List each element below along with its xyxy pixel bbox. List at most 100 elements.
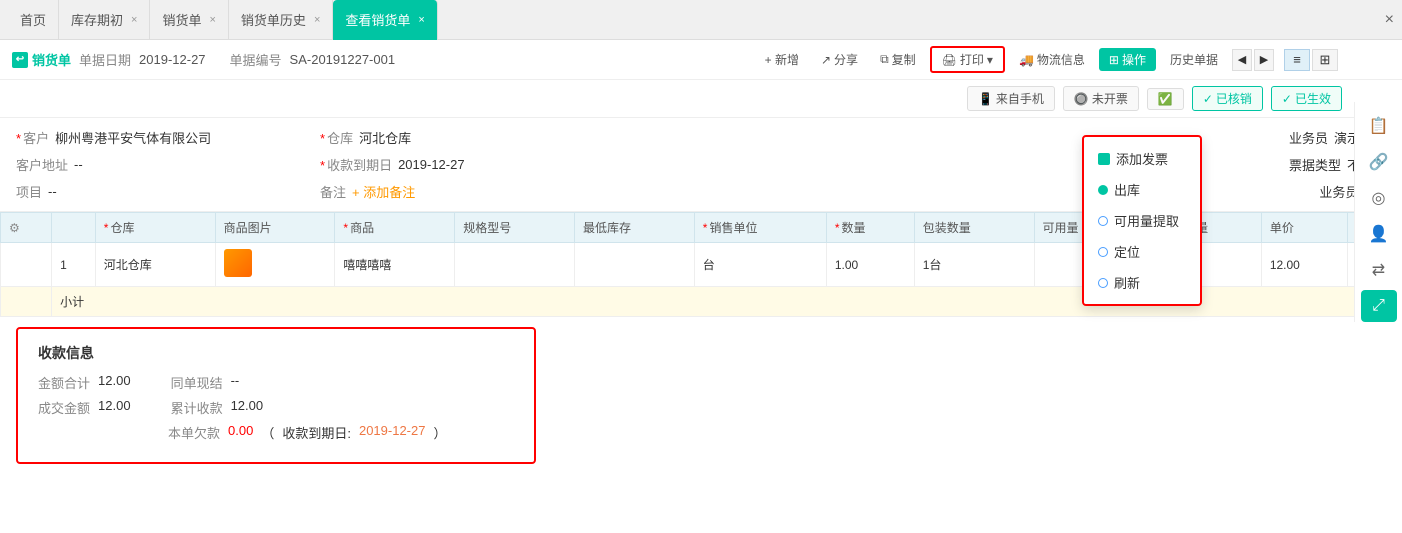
tab-sales[interactable]: 销货单 × bbox=[150, 0, 228, 40]
tab-sales-history-close[interactable]: × bbox=[314, 14, 320, 26]
grid-view-btn[interactable]: ⊞ bbox=[1312, 49, 1338, 71]
same-order-label: 同单现结 bbox=[171, 373, 223, 392]
check-btn[interactable]: ✅ bbox=[1147, 88, 1184, 110]
tab-sales-history[interactable]: 销货单历史 × bbox=[229, 0, 333, 40]
tab-sales-label: 销货单 bbox=[162, 10, 201, 29]
col-num bbox=[52, 213, 96, 243]
order-arrears-value: 0.00 bbox=[228, 423, 253, 442]
number-value: SA-20191227-001 bbox=[290, 52, 396, 67]
new-button[interactable]: + 新增 bbox=[757, 47, 807, 72]
notes-label: 备注 bbox=[320, 182, 346, 201]
expand-icon: ⤢ bbox=[1372, 297, 1385, 315]
transaction-amount-label: 成交金额 bbox=[38, 398, 90, 417]
refresh-item[interactable]: 刷新 bbox=[1084, 267, 1200, 298]
refresh-icon bbox=[1098, 278, 1108, 288]
tab-check-sales-label: 查看销货单 bbox=[345, 10, 410, 29]
outbound-label: 出库 bbox=[1114, 180, 1140, 199]
panel-icon-1[interactable]: 📋 bbox=[1361, 110, 1397, 142]
outbound-icon bbox=[1098, 185, 1108, 195]
amount-total-value: 12.00 bbox=[98, 373, 131, 392]
date-value: 2019-12-27 bbox=[139, 52, 206, 67]
col-spec: 规格型号 bbox=[455, 213, 575, 243]
ticket-icon: 🔘 bbox=[1074, 92, 1089, 106]
address-value: -- bbox=[74, 157, 83, 172]
panel-link-icon: 🔗 bbox=[1369, 152, 1389, 172]
from-phone-label: 来自手机 bbox=[996, 90, 1044, 107]
available-extract-icon bbox=[1098, 216, 1108, 226]
refresh-label: 刷新 bbox=[1114, 273, 1140, 292]
tab-check-sales-close[interactable]: × bbox=[418, 14, 424, 26]
customer-field: 客户 柳州粤港平安气体有限公司 bbox=[16, 128, 296, 147]
window-close-button[interactable]: × bbox=[1385, 11, 1394, 29]
row-settings bbox=[1, 243, 52, 287]
logistics-button[interactable]: 🚚 物流信息 bbox=[1011, 47, 1093, 72]
not-opened-label: 未开票 bbox=[1092, 90, 1128, 107]
row-unit-price: 12.00 bbox=[1261, 243, 1348, 287]
row-spec bbox=[455, 243, 575, 287]
effective-btn[interactable]: ✓ 已生效 bbox=[1271, 86, 1342, 111]
history-button[interactable]: 历史单据 bbox=[1162, 47, 1226, 72]
next-arrow[interactable]: ▶ bbox=[1254, 49, 1274, 71]
tab-inventory[interactable]: 库存期初 × bbox=[59, 0, 150, 40]
settings-icon[interactable]: ⚙ bbox=[9, 221, 20, 235]
add-invoice-item[interactable]: 添加发票 bbox=[1084, 143, 1200, 174]
number-label: 单据编号 bbox=[230, 50, 282, 69]
tab-sales-close[interactable]: × bbox=[209, 14, 215, 26]
doc-type-icon: ↩ bbox=[12, 52, 28, 68]
effective-check-icon: ✓ bbox=[1282, 92, 1292, 106]
panel-icon-5[interactable]: ⇄ bbox=[1361, 254, 1397, 286]
doc-type-badge: ↩ 销货单 bbox=[12, 50, 71, 69]
tab-inventory-label: 库存期初 bbox=[71, 10, 123, 29]
order-arrears-label: 本单欠款 bbox=[168, 423, 220, 442]
transaction-amount-value: 12.00 bbox=[98, 398, 131, 417]
row-quantity: 1.00 bbox=[826, 243, 914, 287]
locate-item[interactable]: 定位 bbox=[1084, 236, 1200, 267]
panel-icon-3[interactable]: ◎ bbox=[1361, 182, 1397, 214]
truck-icon: 🚚 bbox=[1019, 53, 1034, 67]
tab-home-label: 首页 bbox=[20, 10, 46, 29]
share-icon: ↗ bbox=[821, 53, 831, 67]
tab-sales-history-label: 销货单历史 bbox=[241, 10, 306, 29]
share-button[interactable]: ↗ 分享 bbox=[813, 47, 866, 72]
notes-field: 备注 + 添加备注 bbox=[320, 182, 600, 201]
ticket-label: 票据类型 bbox=[1289, 155, 1341, 174]
phone-icon: 📱 bbox=[978, 92, 993, 106]
add-invoice-icon bbox=[1098, 153, 1110, 165]
operations-button[interactable]: ⊞ 操作 bbox=[1099, 48, 1156, 71]
warehouse-value: 河北仓库 bbox=[359, 128, 411, 147]
available-extract-item[interactable]: 可用量提取 bbox=[1084, 205, 1200, 236]
view-toggle: ≡ ⊞ bbox=[1284, 49, 1338, 71]
right-panel: 📋 🔗 ◎ 👤 ⇄ ⤢ bbox=[1354, 102, 1402, 322]
payment-row-2: 成交金额 12.00 累计收款 12.00 bbox=[38, 398, 514, 417]
tab-home[interactable]: 首页 bbox=[8, 0, 59, 40]
prev-arrow[interactable]: ◀ bbox=[1232, 49, 1252, 71]
add-invoice-label: 添加发票 bbox=[1116, 149, 1168, 168]
outbound-item[interactable]: 出库 bbox=[1084, 174, 1200, 205]
add-notes-label: + 添加备注 bbox=[352, 182, 415, 201]
effective-label: 已生效 bbox=[1295, 90, 1331, 107]
panel-icon-2[interactable]: 🔗 bbox=[1361, 146, 1397, 178]
not-opened-btn[interactable]: 🔘 未开票 bbox=[1063, 86, 1139, 111]
panel-expand-icon[interactable]: ⤢ bbox=[1361, 290, 1397, 322]
operations-dropdown: 添加发票 出库 可用量提取 定位 刷新 bbox=[1082, 135, 1202, 306]
col-unit-price: 单价 bbox=[1261, 213, 1348, 243]
print-dropdown-arrow: ▾ bbox=[987, 53, 993, 67]
print-button[interactable]: 🖨 打印 ▾ bbox=[930, 46, 1005, 73]
add-notes-button[interactable]: + 添加备注 bbox=[352, 182, 415, 201]
payment-row-3: 本单欠款 0.00 （ 收款到期日: 2019-12-27 ） bbox=[38, 423, 514, 442]
panel-exchange-icon: ⇄ bbox=[1372, 260, 1385, 280]
payment-title: 收款信息 bbox=[38, 343, 514, 363]
col-warehouse: 仓库 bbox=[95, 213, 215, 243]
copy-button[interactable]: ⧉ 复制 bbox=[872, 47, 924, 72]
tab-inventory-close[interactable]: × bbox=[131, 14, 137, 26]
customer-label: 客户 bbox=[16, 128, 49, 147]
panel-icon-4[interactable]: 👤 bbox=[1361, 218, 1397, 250]
panel-user-icon: 👤 bbox=[1369, 224, 1389, 244]
printer-icon: 🖨 bbox=[942, 53, 957, 67]
list-view-btn[interactable]: ≡ bbox=[1284, 49, 1310, 71]
tab-check-sales[interactable]: 查看销货单 × bbox=[333, 0, 437, 40]
voided-btn[interactable]: ✓ 已核销 bbox=[1192, 86, 1263, 111]
from-phone-btn[interactable]: 📱 来自手机 bbox=[967, 86, 1055, 111]
tab-bar: 首页 库存期初 × 销货单 × 销货单历史 × 查看销货单 × × bbox=[0, 0, 1402, 40]
row-sales-unit: 台 bbox=[694, 243, 826, 287]
